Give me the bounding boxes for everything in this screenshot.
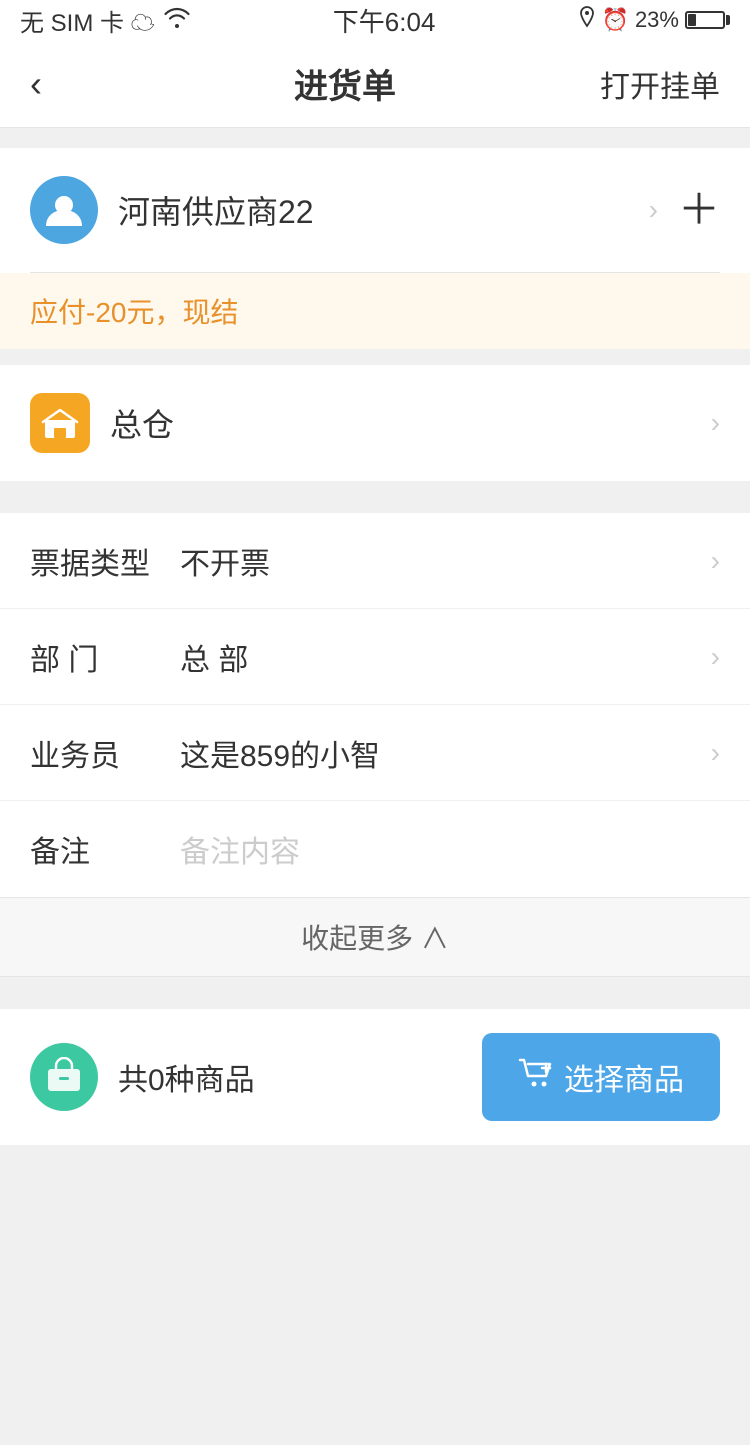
- gap-2: [0, 349, 750, 365]
- gap-4: [0, 977, 750, 993]
- supplier-card: 河南供应商22 › ＋ 应付-20元，现结: [0, 148, 750, 349]
- select-product-button[interactable]: 选择商品: [482, 1033, 720, 1121]
- warehouse-row[interactable]: 总仓 ›: [0, 365, 750, 481]
- supplier-name: 河南供应商22: [118, 187, 649, 233]
- battery-text: 23%: [635, 7, 679, 33]
- alarm-icon: ⏰: [602, 7, 629, 33]
- product-count: 共0种商品: [118, 1055, 462, 1099]
- remark-input[interactable]: 备注内容: [170, 827, 720, 871]
- supplier-row[interactable]: 河南供应商22 › ＋: [0, 148, 750, 272]
- collapse-label: 收起更多 ∧: [301, 917, 449, 957]
- status-left: 无 SIM 卡 ☁: [20, 3, 191, 38]
- bill-type-value: 不开票: [170, 539, 711, 583]
- page-bottom: [0, 1145, 750, 1445]
- department-value: 总 部: [170, 635, 711, 679]
- remark-label: 备注: [30, 827, 170, 871]
- gap-1: [0, 128, 750, 148]
- warehouse-chevron-icon: ›: [711, 407, 720, 439]
- status-right: ⏰ 23%: [578, 6, 730, 34]
- sim-status: 无 SIM 卡 ☁: [20, 3, 155, 38]
- salesperson-row[interactable]: 业务员 这是859的小智 ›: [0, 705, 750, 801]
- bottom-bar: 共0种商品 选择商品: [0, 1009, 750, 1145]
- salesperson-chevron-icon: ›: [711, 737, 720, 769]
- bill-type-row[interactable]: 票据类型 不开票 ›: [0, 513, 750, 609]
- collapse-button[interactable]: 收起更多 ∧: [0, 897, 750, 977]
- department-label: 部 门: [30, 635, 170, 679]
- salesperson-label: 业务员: [30, 731, 170, 775]
- salesperson-value: 这是859的小智: [170, 731, 711, 775]
- add-supplier-button[interactable]: ＋: [678, 189, 720, 231]
- form-section: 票据类型 不开票 › 部 门 总 部 › 业务员 这是859的小智 › 备注 备…: [0, 513, 750, 897]
- gap-3: [0, 481, 750, 497]
- back-button[interactable]: ‹: [30, 63, 90, 105]
- bill-type-chevron-icon: ›: [711, 545, 720, 577]
- open-pending-button[interactable]: 打开挂单: [600, 62, 720, 106]
- bill-type-label: 票据类型: [30, 539, 170, 583]
- page-title: 进货单: [90, 59, 600, 108]
- location-icon: [578, 6, 596, 34]
- supplier-chevron-icon: ›: [649, 194, 658, 226]
- department-row[interactable]: 部 门 总 部 ›: [0, 609, 750, 705]
- cart-icon: [518, 1058, 554, 1096]
- battery-icon: [685, 11, 730, 29]
- nav-bar: ‹ 进货单 打开挂单: [0, 40, 750, 128]
- remark-row[interactable]: 备注 备注内容: [0, 801, 750, 897]
- department-chevron-icon: ›: [711, 641, 720, 673]
- warehouse-name: 总仓: [110, 400, 711, 446]
- notice-bar: 应付-20元，现结: [0, 273, 750, 349]
- select-product-label: 选择商品: [564, 1055, 684, 1099]
- product-icon: [30, 1043, 98, 1111]
- status-time: 下午6:04: [333, 2, 436, 39]
- wifi-icon: [163, 6, 191, 35]
- warehouse-icon: [30, 393, 90, 453]
- status-bar: 无 SIM 卡 ☁ 下午6:04 ⏰ 23%: [0, 0, 750, 40]
- supplier-avatar: [30, 176, 98, 244]
